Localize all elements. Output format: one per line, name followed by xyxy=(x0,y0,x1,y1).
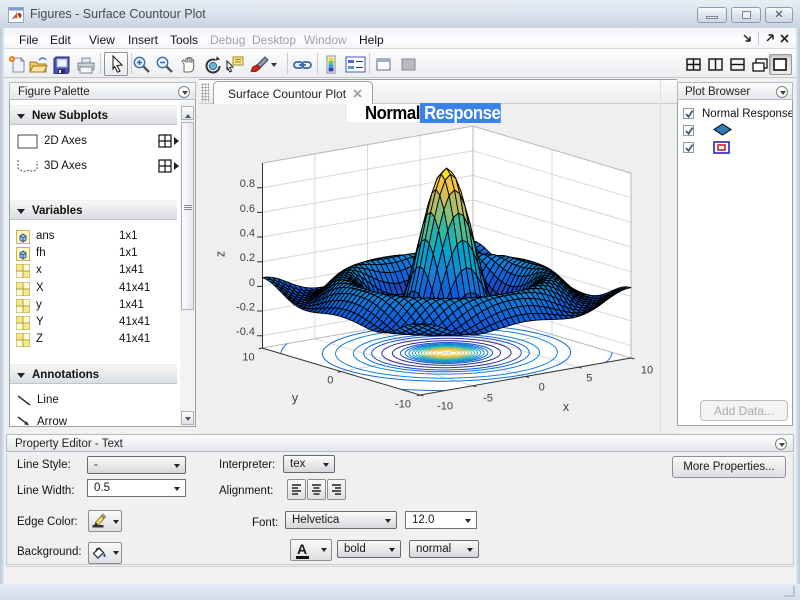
svg-text:-0.2: -0.2 xyxy=(236,302,255,314)
svg-text:0: 0 xyxy=(539,382,545,394)
svg-text:0: 0 xyxy=(249,277,255,289)
svg-text:5: 5 xyxy=(586,372,592,384)
svg-text:10: 10 xyxy=(641,364,653,376)
svg-text:0.6: 0.6 xyxy=(240,203,255,215)
svg-text:0.8: 0.8 xyxy=(240,178,255,190)
svg-text:z: z xyxy=(214,251,228,257)
svg-text:-0.4: -0.4 xyxy=(236,326,255,338)
svg-text:0: 0 xyxy=(327,374,333,386)
svg-text:0.4: 0.4 xyxy=(240,228,255,240)
svg-text:y: y xyxy=(292,391,299,405)
svg-text:0.2: 0.2 xyxy=(240,252,255,264)
svg-text:x: x xyxy=(563,400,570,414)
svg-text:-10: -10 xyxy=(395,398,411,410)
svg-text:10: 10 xyxy=(242,352,254,364)
svg-text:-10: -10 xyxy=(437,400,453,412)
svg-text:-5: -5 xyxy=(483,392,493,404)
